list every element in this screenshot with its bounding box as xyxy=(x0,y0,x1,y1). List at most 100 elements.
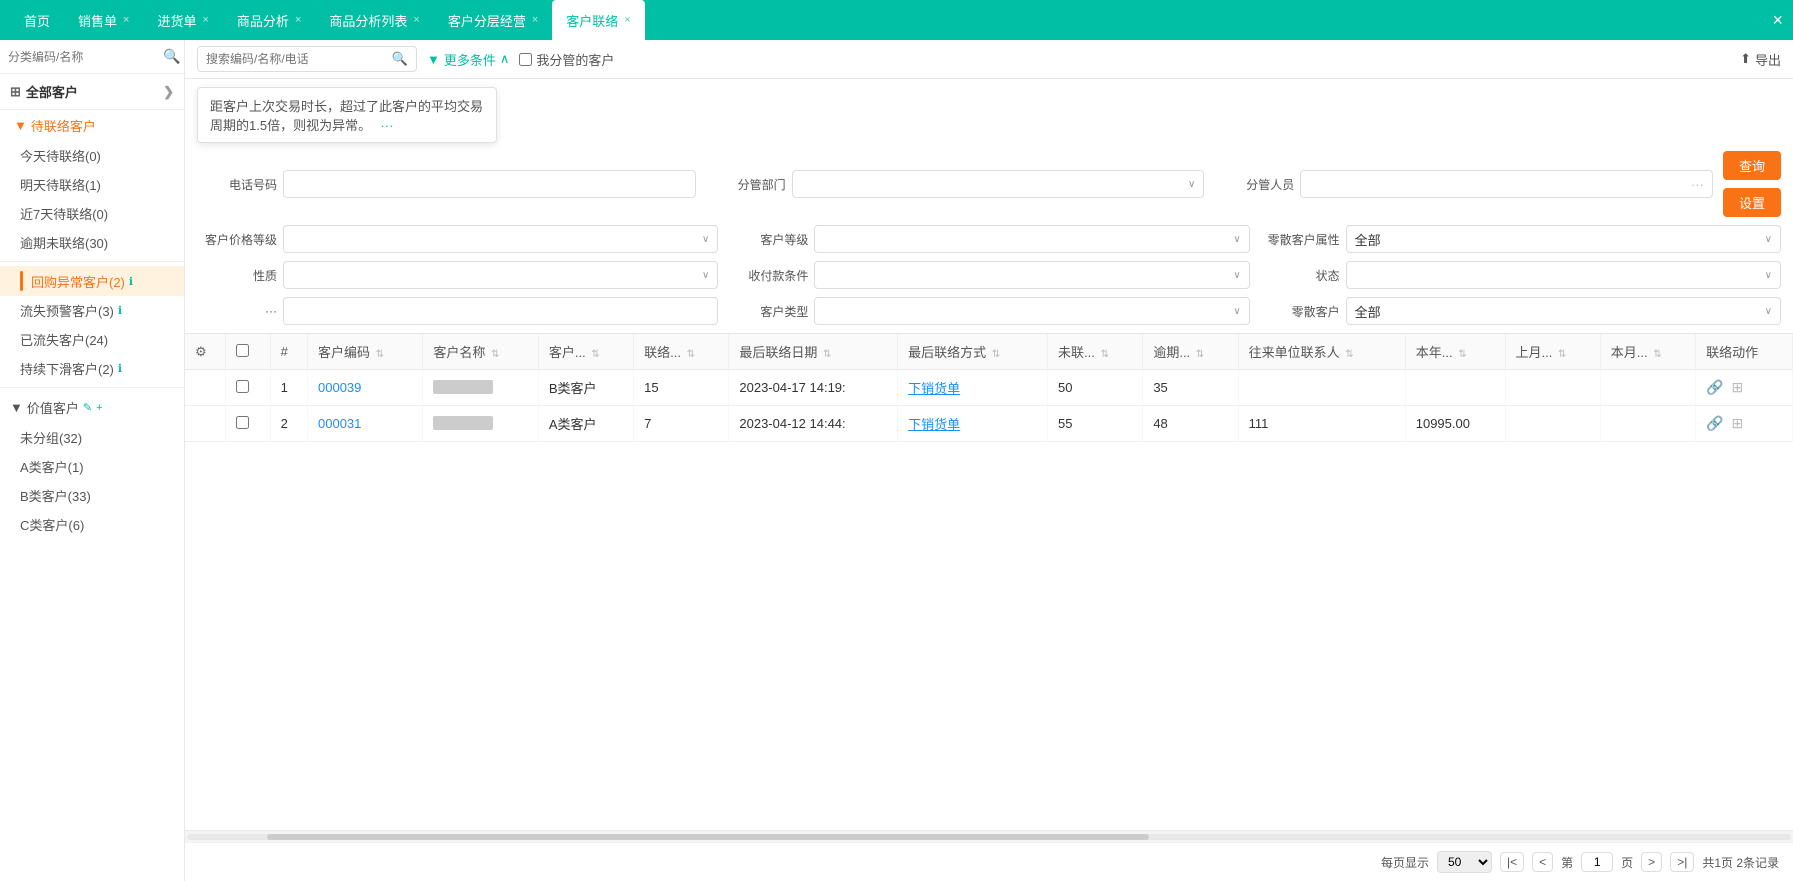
nav-customer-segment-close[interactable]: × xyxy=(532,14,538,26)
code-column[interactable]: 客户编码 ⇅ xyxy=(308,334,423,370)
page-input[interactable] xyxy=(1581,852,1613,872)
nav-customer-contact-close[interactable]: × xyxy=(624,14,630,26)
row1-num: 1 xyxy=(270,370,307,406)
related-person-column[interactable]: 往来单位联系人 ⇅ xyxy=(1238,334,1405,370)
row1-name xyxy=(423,370,538,406)
nav-purchase-close[interactable]: × xyxy=(202,14,208,26)
filter-customer-level: 客户等级 ∨ xyxy=(728,225,1249,253)
settings-button[interactable]: 设置 xyxy=(1723,188,1781,217)
scroll-track xyxy=(187,834,1791,840)
row1-gear xyxy=(185,370,225,406)
nav-sales-close[interactable]: × xyxy=(123,14,129,26)
row2-this-month xyxy=(1600,406,1695,442)
this-month-column[interactable]: 本月... ⇅ xyxy=(1600,334,1695,370)
row2-this-year: 10995.00 xyxy=(1405,406,1505,442)
scroll-thumb[interactable] xyxy=(267,834,1149,840)
nav-home[interactable]: 首页 xyxy=(10,0,64,40)
row2-level: A类客户 xyxy=(538,406,633,442)
nav-product-list-close[interactable]: × xyxy=(413,14,419,26)
uncontacted-column[interactable]: 未联... ⇅ xyxy=(1048,334,1143,370)
search-input[interactable] xyxy=(206,52,388,66)
advanced-filter: 距客户上次交易时长，超过了此客户的平均交易周期的1.5倍，则视为异常。 ··· … xyxy=(185,79,1793,334)
sidebar-item-tomorrow[interactable]: 明天待联络(1) xyxy=(0,170,184,199)
sidebar-item-churned[interactable]: 已流失客户(24) xyxy=(0,325,184,354)
nav-product-analysis[interactable]: 商品分析 × xyxy=(223,0,315,40)
nav-product-analysis-close[interactable]: × xyxy=(295,14,301,26)
row1-code[interactable]: 000039 xyxy=(308,370,423,406)
sidebar-item-classC[interactable]: C类客户(6) xyxy=(0,510,184,539)
customer-level-select[interactable]: ∨ xyxy=(814,225,1249,253)
sidebar-all-customers[interactable]: ⊞ 全部客户 ❯ xyxy=(0,74,184,110)
row1-grid-icon[interactable]: ⊞ xyxy=(1732,379,1744,396)
window-close-button[interactable]: × xyxy=(1772,10,1783,31)
price-level-select[interactable]: ∨ xyxy=(283,225,718,253)
sidebar-item-abnormal[interactable]: 回购异常客户(2) ℹ xyxy=(0,266,184,296)
last-contact-date-column[interactable]: 最后联络日期 ⇅ xyxy=(729,334,898,370)
status-select[interactable]: ∨ xyxy=(1346,261,1781,289)
dept-select[interactable]: ∨ xyxy=(792,170,1205,198)
row1-link-icon[interactable]: 🔗 xyxy=(1706,379,1723,396)
chevron-icon: ∧ xyxy=(500,51,510,67)
search-icon[interactable]: 🔍 xyxy=(392,51,408,67)
row2-code[interactable]: 000031 xyxy=(308,406,423,442)
row1-last-contact-date: 2023-04-17 14:19: xyxy=(729,370,898,406)
add-icon[interactable]: + xyxy=(96,402,102,414)
last-month-column[interactable]: 上月... ⇅ xyxy=(1505,334,1600,370)
export-button[interactable]: ⬆ 导出 xyxy=(1740,50,1781,69)
level-column[interactable]: 客户... ⇅ xyxy=(538,334,633,370)
overdue-column[interactable]: 逾期... ⇅ xyxy=(1143,334,1238,370)
nav-customer-contact[interactable]: 客户联络 × xyxy=(552,0,644,40)
sidebar-group-pending[interactable]: ▼ 待联络客户 xyxy=(0,110,184,141)
query-button[interactable]: 查询 xyxy=(1723,151,1781,180)
sidebar-item-declining[interactable]: 持续下滑客户(2) ℹ xyxy=(0,354,184,383)
sidebar-item-ungrouped[interactable]: 未分组(32) xyxy=(0,423,184,452)
retail-attr-select[interactable]: 全部 ∨ xyxy=(1346,225,1781,253)
retail-customer-select[interactable]: 全部 ∨ xyxy=(1346,297,1781,325)
nav-purchase[interactable]: 进货单 × xyxy=(143,0,222,40)
sort-icon5: ⇅ xyxy=(823,349,831,360)
sidebar-item-classA[interactable]: A类客户(1) xyxy=(0,452,184,481)
sidebar-search-input[interactable] xyxy=(8,50,163,64)
per-page-select[interactable]: 50 100 200 xyxy=(1437,851,1492,873)
sidebar-item-classB[interactable]: B类客户(33) xyxy=(0,481,184,510)
edit-icon[interactable]: ✎ xyxy=(83,401,92,414)
row2-link-icon[interactable]: 🔗 xyxy=(1706,415,1723,432)
my-customers-check[interactable] xyxy=(519,53,532,66)
nav-sales[interactable]: 销售单 × xyxy=(64,0,143,40)
last-contact-way-column[interactable]: 最后联络方式 ⇅ xyxy=(898,334,1048,370)
prev-page-btn[interactable]: < xyxy=(1532,852,1553,872)
settings-column[interactable]: ⚙ xyxy=(185,334,225,370)
filter-row-3: 性质 ∨ 收付款条件 ∨ xyxy=(197,261,1781,289)
nature-select[interactable]: ∨ xyxy=(283,261,718,289)
active-indicator xyxy=(20,271,23,291)
payment-select[interactable]: ∨ xyxy=(814,261,1249,289)
contact-column[interactable]: 联络... ⇅ xyxy=(634,334,729,370)
last-page-btn[interactable]: >| xyxy=(1670,852,1694,872)
row2-grid-icon[interactable]: ⊞ xyxy=(1732,415,1744,432)
nav-product-list[interactable]: 商品分析列表 × xyxy=(315,0,433,40)
next-page-btn[interactable]: > xyxy=(1641,852,1662,872)
customer-type-select[interactable]: ∨ xyxy=(814,297,1249,325)
row2-check[interactable] xyxy=(236,416,249,429)
select-all-checkbox[interactable] xyxy=(236,344,249,357)
this-year-column[interactable]: 本年... ⇅ xyxy=(1405,334,1505,370)
person-select[interactable]: ··· xyxy=(1300,170,1713,198)
sidebar-item-7days[interactable]: 近7天待联络(0) xyxy=(0,199,184,228)
sidebar-item-overdue[interactable]: 逾期未联络(30) xyxy=(0,228,184,257)
sidebar-item-churn-warning[interactable]: 流失预警客户(3) ℹ xyxy=(0,296,184,325)
tooltip-more-btn[interactable]: ··· xyxy=(380,118,393,133)
name-column[interactable]: 客户名称 ⇅ xyxy=(423,334,538,370)
dots-select[interactable] xyxy=(283,297,718,325)
row2-last-month xyxy=(1505,406,1600,442)
sidebar-item-today[interactable]: 今天待联络(0) xyxy=(0,141,184,170)
sidebar-value-group-title[interactable]: ▼ 价值客户 ✎ + xyxy=(0,392,184,423)
sort-icon2: ⇅ xyxy=(491,349,499,360)
first-page-btn[interactable]: |< xyxy=(1500,852,1524,872)
nav-customer-segment[interactable]: 客户分层经营 × xyxy=(434,0,552,40)
row1-check[interactable] xyxy=(236,380,249,393)
more-conditions-btn[interactable]: ▼ 更多条件 ∧ xyxy=(427,50,509,69)
sidebar-search-icon[interactable]: 🔍 xyxy=(163,48,180,65)
horizontal-scrollbar[interactable] xyxy=(185,830,1793,842)
sidebar-collapse-btn[interactable]: ❯ xyxy=(163,84,174,100)
phone-input[interactable] xyxy=(283,170,696,198)
